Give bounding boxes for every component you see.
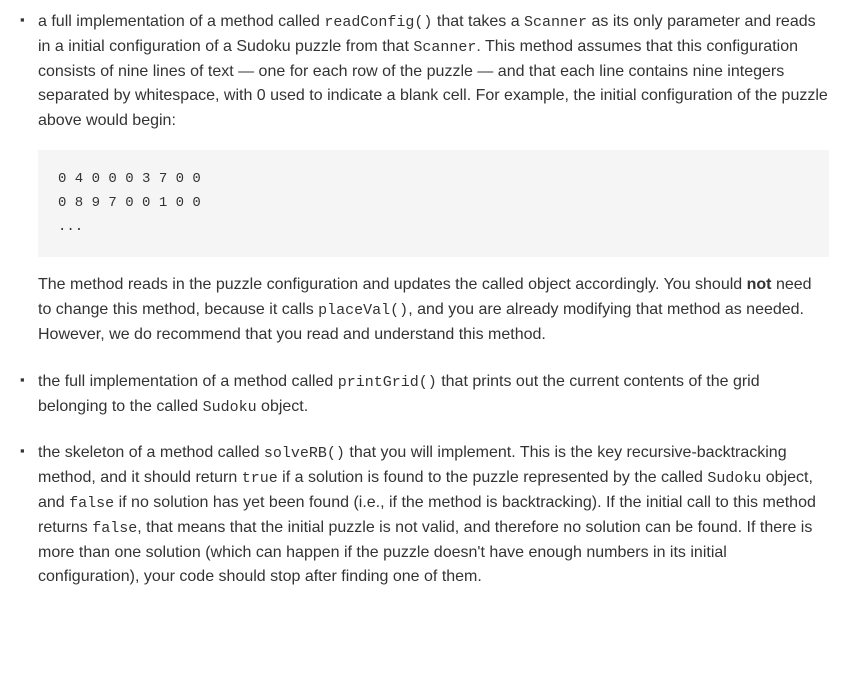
text: the skeleton of a method called xyxy=(38,444,264,461)
code-inline: Scanner xyxy=(413,39,476,56)
list-item: the skeleton of a method called solveRB(… xyxy=(20,441,829,590)
code-inline: placeVal() xyxy=(318,302,408,319)
code-inline: solveRB() xyxy=(264,445,345,462)
paragraph: the full implementation of a method call… xyxy=(38,370,829,420)
code-inline: printGrid() xyxy=(338,374,437,391)
text: that takes a xyxy=(432,13,524,30)
text: object. xyxy=(257,398,309,415)
text: a full implementation of a method called xyxy=(38,13,324,30)
paragraph: a full implementation of a method called… xyxy=(38,10,829,134)
code-inline: Sudoku xyxy=(707,470,761,487)
code-inline: false xyxy=(92,520,137,537)
text: , that means that the initial puzzle is … xyxy=(38,519,812,586)
bold-text: not xyxy=(747,276,772,293)
code-inline: false xyxy=(69,495,114,512)
code-inline: Scanner xyxy=(524,14,587,31)
code-block: 0 4 0 0 0 3 7 0 0 0 8 9 7 0 0 1 0 0 ... xyxy=(38,150,829,257)
list-item: the full implementation of a method call… xyxy=(20,370,829,420)
code-inline: readConfig() xyxy=(324,14,432,31)
bullet-list: a full implementation of a method called… xyxy=(0,10,829,590)
paragraph: The method reads in the puzzle configura… xyxy=(38,273,829,347)
text: the full implementation of a method call… xyxy=(38,373,338,390)
text: The method reads in the puzzle configura… xyxy=(38,276,747,293)
code-inline: Sudoku xyxy=(203,399,257,416)
paragraph: the skeleton of a method called solveRB(… xyxy=(38,441,829,590)
text: if a solution is found to the puzzle rep… xyxy=(278,469,708,486)
list-item: a full implementation of a method called… xyxy=(20,10,829,348)
code-inline: true xyxy=(242,470,278,487)
